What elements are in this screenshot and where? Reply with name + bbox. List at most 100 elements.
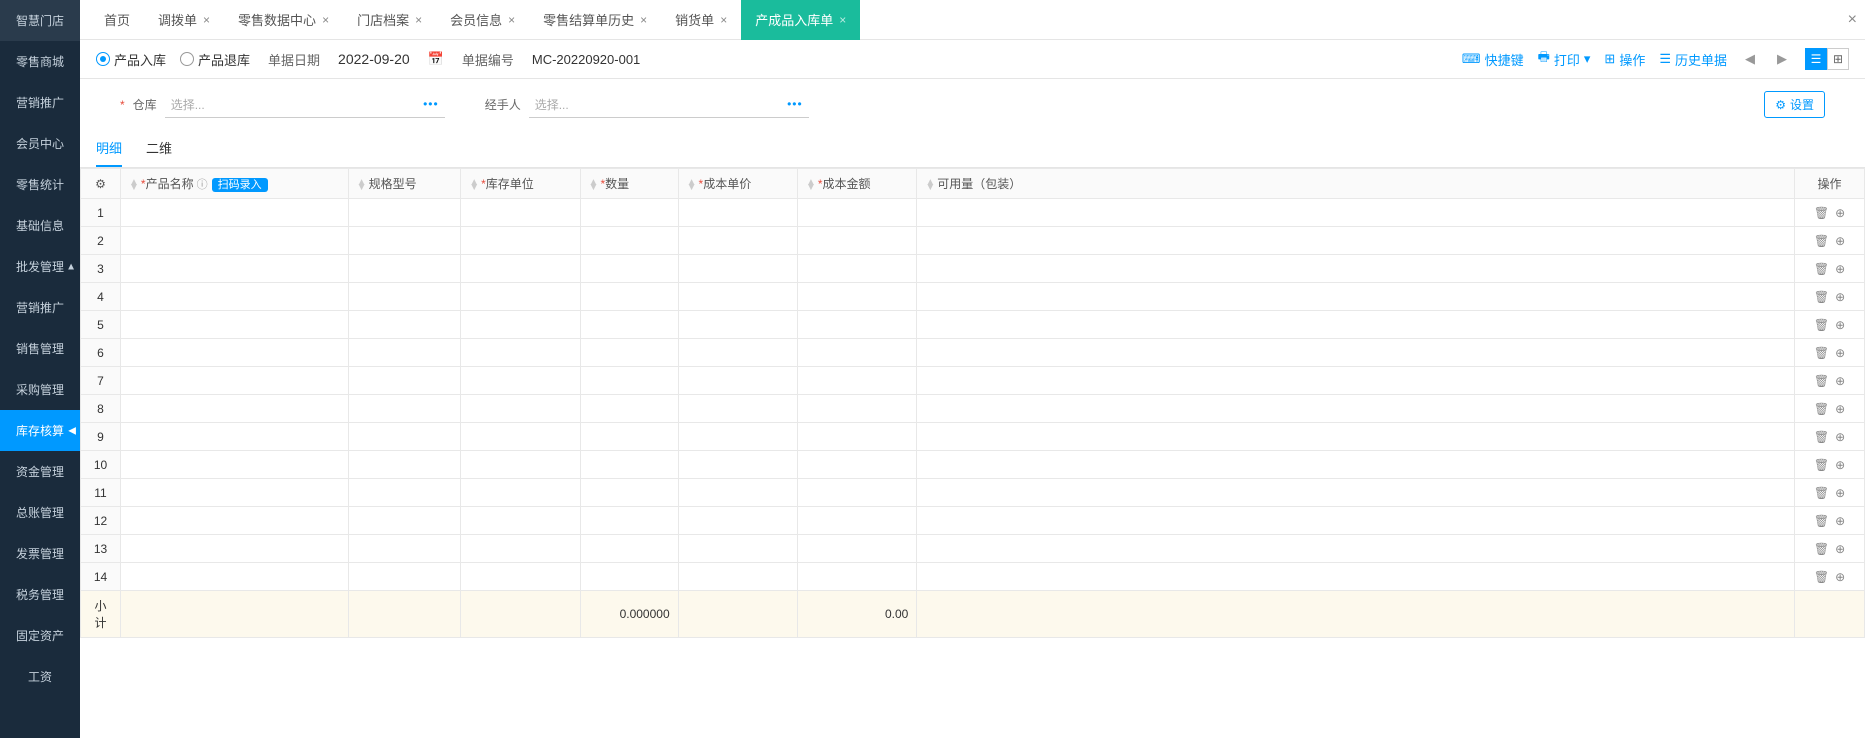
delete-icon[interactable]: 🗑 — [1811, 346, 1832, 360]
sidebar-item[interactable]: 基础信息 — [0, 205, 80, 246]
cell-spec[interactable] — [348, 367, 461, 395]
cell-amount[interactable] — [797, 395, 916, 423]
history-button[interactable]: ☰ 历史单据 — [1659, 50, 1727, 69]
col-available[interactable]: ▲▼可用量（包装） — [917, 169, 1795, 199]
cell-qty[interactable] — [580, 507, 678, 535]
cell-product[interactable] — [121, 451, 349, 479]
tab[interactable]: 零售结算单历史× — [529, 0, 661, 40]
close-icon[interactable]: × — [508, 13, 515, 27]
subtab-detail[interactable]: 明细 — [96, 130, 122, 167]
col-qty[interactable]: ▲▼*数量 — [580, 169, 678, 199]
cell-amount[interactable] — [797, 507, 916, 535]
close-icon[interactable]: × — [203, 13, 210, 27]
cell-unit[interactable] — [461, 563, 580, 591]
cell-qty[interactable] — [580, 367, 678, 395]
cell-unit[interactable] — [461, 507, 580, 535]
cell-price[interactable] — [678, 507, 797, 535]
cell-unit[interactable] — [461, 423, 580, 451]
cell-spec[interactable] — [348, 255, 461, 283]
cell-amount[interactable] — [797, 479, 916, 507]
cell-qty[interactable] — [580, 199, 678, 227]
tab[interactable]: 会员信息× — [436, 0, 529, 40]
close-icon[interactable]: × — [322, 13, 329, 27]
cell-unit[interactable] — [461, 451, 580, 479]
cell-available[interactable] — [917, 255, 1795, 283]
delete-icon[interactable]: 🗑 — [1811, 234, 1832, 248]
cell-available[interactable] — [917, 311, 1795, 339]
cell-available[interactable] — [917, 563, 1795, 591]
add-icon[interactable]: ⊕ — [1832, 458, 1848, 472]
cell-available[interactable] — [917, 283, 1795, 311]
more-icon[interactable]: ••• — [423, 97, 439, 111]
add-icon[interactable]: ⊕ — [1832, 542, 1848, 556]
cell-available[interactable] — [917, 199, 1795, 227]
cell-price[interactable] — [678, 199, 797, 227]
delete-icon[interactable]: 🗑 — [1811, 206, 1832, 220]
add-icon[interactable]: ⊕ — [1832, 570, 1848, 584]
cell-product[interactable] — [121, 283, 349, 311]
cell-qty[interactable] — [580, 283, 678, 311]
cell-spec[interactable] — [348, 535, 461, 563]
next-doc-button[interactable]: ▶ — [1773, 51, 1791, 67]
col-unit[interactable]: ▲▼*库存单位 — [461, 169, 580, 199]
subtab-2d[interactable]: 二维 — [146, 130, 172, 167]
delete-icon[interactable]: 🗑 — [1811, 570, 1832, 584]
radio-product-in[interactable]: 产品入库 — [96, 50, 166, 69]
cell-product[interactable] — [121, 255, 349, 283]
tab[interactable]: 调拨单× — [144, 0, 224, 40]
cell-qty[interactable] — [580, 395, 678, 423]
cell-spec[interactable] — [348, 479, 461, 507]
cell-amount[interactable] — [797, 367, 916, 395]
cell-unit[interactable] — [461, 339, 580, 367]
cell-qty[interactable] — [580, 535, 678, 563]
view-list-button[interactable]: ☰ — [1805, 48, 1827, 70]
sidebar-item[interactable]: 会员中心 — [0, 123, 80, 164]
cell-amount[interactable] — [797, 227, 916, 255]
cell-available[interactable] — [917, 423, 1795, 451]
add-icon[interactable]: ⊕ — [1832, 346, 1848, 360]
scan-button[interactable]: 扫码录入 — [212, 178, 268, 192]
cell-qty[interactable] — [580, 339, 678, 367]
cell-unit[interactable] — [461, 479, 580, 507]
cell-unit[interactable] — [461, 395, 580, 423]
cell-product[interactable] — [121, 423, 349, 451]
cell-spec[interactable] — [348, 199, 461, 227]
cell-product[interactable] — [121, 563, 349, 591]
cell-available[interactable] — [917, 339, 1795, 367]
sidebar-item[interactable]: 税务管理 — [0, 574, 80, 615]
cell-available[interactable] — [917, 479, 1795, 507]
col-spec[interactable]: ▲▼规格型号 — [348, 169, 461, 199]
shortcut-button[interactable]: ⌨ 快捷键 — [1462, 50, 1524, 69]
cell-price[interactable] — [678, 311, 797, 339]
cell-product[interactable] — [121, 535, 349, 563]
add-icon[interactable]: ⊕ — [1832, 514, 1848, 528]
sidebar-item[interactable]: 智慧门店 — [0, 0, 80, 41]
cell-unit[interactable] — [461, 283, 580, 311]
radio-product-out[interactable]: 产品退库 — [180, 50, 250, 69]
cell-price[interactable] — [678, 339, 797, 367]
warehouse-select[interactable]: 选择... ••• — [165, 92, 445, 118]
cell-qty[interactable] — [580, 563, 678, 591]
cell-amount[interactable] — [797, 339, 916, 367]
cell-price[interactable] — [678, 227, 797, 255]
add-icon[interactable]: ⊕ — [1832, 234, 1848, 248]
cell-unit[interactable] — [461, 311, 580, 339]
cell-available[interactable] — [917, 507, 1795, 535]
cell-price[interactable] — [678, 451, 797, 479]
prev-doc-button[interactable]: ◀ — [1741, 51, 1759, 67]
cell-amount[interactable] — [797, 283, 916, 311]
sidebar-item[interactable]: 工资 — [0, 656, 80, 697]
col-amount[interactable]: ▲▼*成本金额 — [797, 169, 916, 199]
add-icon[interactable]: ⊕ — [1832, 290, 1848, 304]
cell-product[interactable] — [121, 339, 349, 367]
tab[interactable]: 门店档案× — [343, 0, 436, 40]
date-value[interactable]: 2022-09-20 — [338, 51, 410, 67]
close-icon[interactable]: × — [640, 13, 647, 27]
add-icon[interactable]: ⊕ — [1832, 262, 1848, 276]
sidebar-item[interactable]: 营销推广 — [0, 82, 80, 123]
close-icon[interactable]: × — [839, 13, 846, 27]
tab[interactable]: 销货单× — [661, 0, 741, 40]
cell-spec[interactable] — [348, 283, 461, 311]
cell-product[interactable] — [121, 395, 349, 423]
delete-icon[interactable]: 🗑 — [1811, 542, 1832, 556]
